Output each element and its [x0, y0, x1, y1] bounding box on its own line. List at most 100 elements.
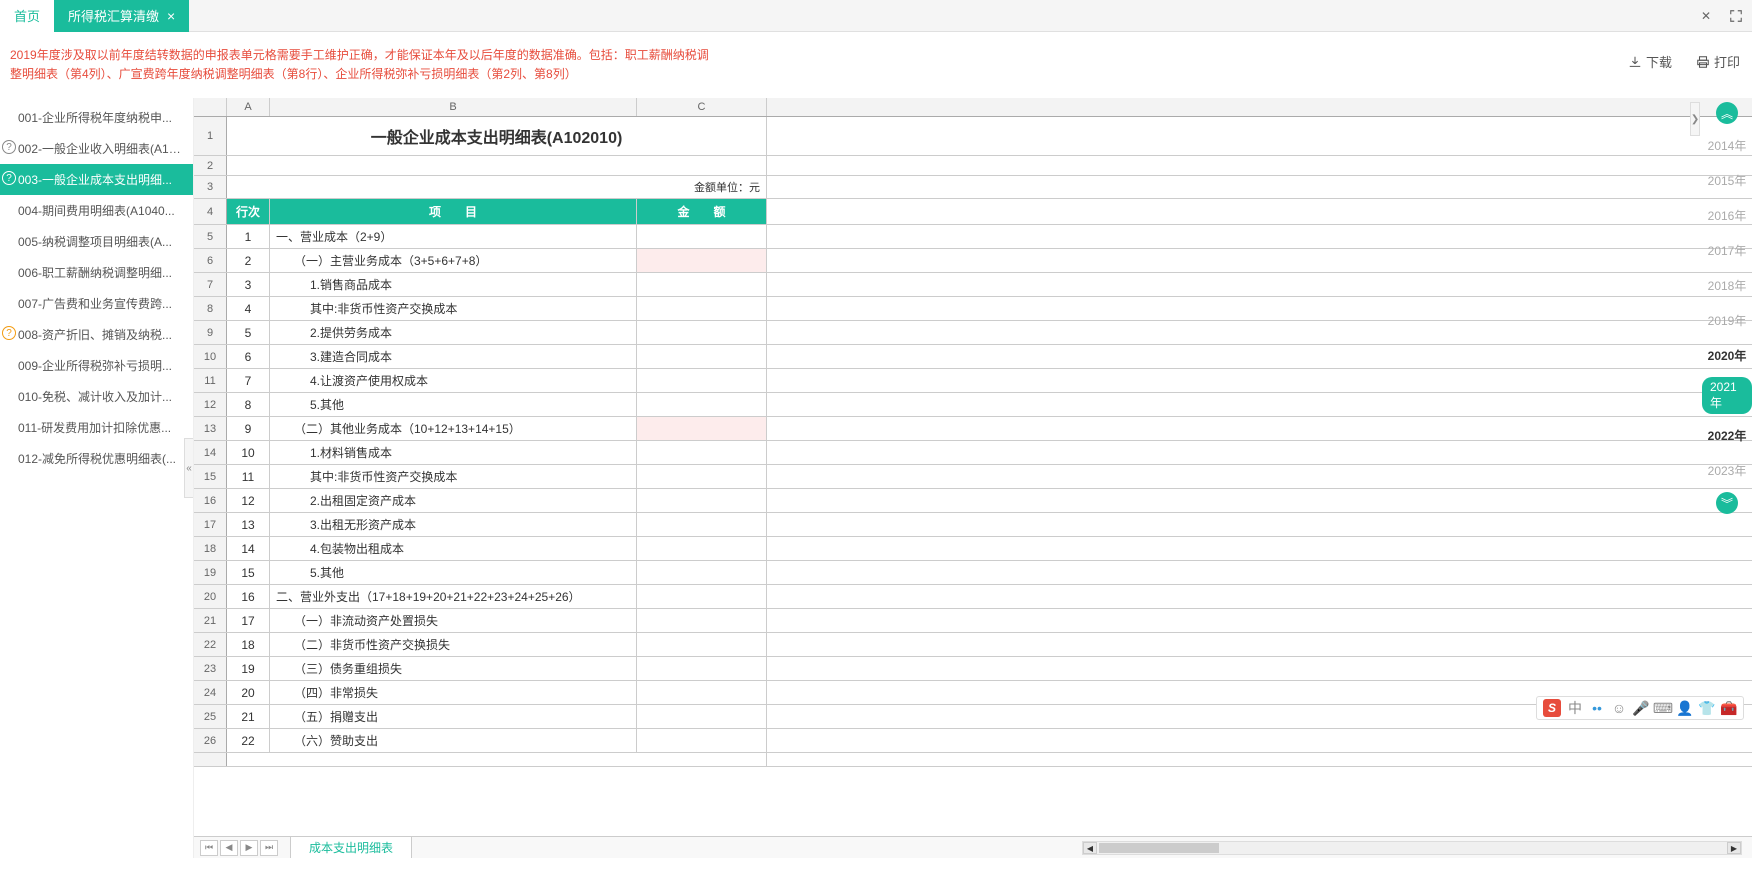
- sheet-tab[interactable]: 成本支出明细表: [290, 836, 412, 858]
- amount-cell[interactable]: [637, 729, 767, 752]
- scroll-up-icon[interactable]: ︽: [1716, 102, 1738, 124]
- sidebar-item[interactable]: 011-研发费用加计扣除优惠...: [0, 412, 193, 443]
- project-cell[interactable]: 一、营业成本（2+9）: [270, 225, 637, 248]
- ime-voice-icon[interactable]: 🎤: [1633, 700, 1649, 716]
- amount-cell[interactable]: [637, 585, 767, 608]
- row-number[interactable]: 9: [194, 321, 227, 344]
- project-cell[interactable]: 4.包装物出租成本: [270, 537, 637, 560]
- project-cell[interactable]: 其中:非货币性资产交换成本: [270, 297, 637, 320]
- row-number[interactable]: 18: [194, 537, 227, 560]
- scroll-down-icon[interactable]: ︾: [1716, 492, 1738, 514]
- row-number[interactable]: 2: [194, 156, 227, 175]
- ime-lang-icon[interactable]: 中: [1567, 700, 1583, 716]
- ime-emoji-icon[interactable]: ☺: [1611, 700, 1627, 716]
- line-number-cell[interactable]: 6: [227, 345, 270, 368]
- row-number[interactable]: 11: [194, 369, 227, 392]
- tab-home[interactable]: 首页: [0, 0, 54, 32]
- collapse-sidebar-handle[interactable]: «: [184, 438, 194, 498]
- hscroll-left[interactable]: ◀: [1083, 842, 1097, 854]
- year-item[interactable]: 2017年: [1704, 237, 1751, 264]
- row-number[interactable]: 15: [194, 465, 227, 488]
- ime-logo-icon[interactable]: S: [1543, 699, 1561, 717]
- row-number[interactable]: 24: [194, 681, 227, 704]
- row-number[interactable]: 5: [194, 225, 227, 248]
- year-item[interactable]: 2015年: [1704, 167, 1751, 194]
- row-number[interactable]: 8: [194, 297, 227, 320]
- year-item[interactable]: 2018年: [1704, 272, 1751, 299]
- project-cell[interactable]: 3.出租无形资产成本: [270, 513, 637, 536]
- ime-keyboard-icon[interactable]: ⌨: [1655, 700, 1671, 716]
- amount-cell[interactable]: [637, 321, 767, 344]
- project-cell[interactable]: （六）赞助支出: [270, 729, 637, 752]
- line-number-cell[interactable]: 3: [227, 273, 270, 296]
- project-cell[interactable]: 5.其他: [270, 561, 637, 584]
- tab-income-tax[interactable]: 所得税汇算清缴 ×: [54, 0, 189, 32]
- download-button[interactable]: 下载: [1628, 52, 1672, 71]
- line-number-cell[interactable]: 22: [227, 729, 270, 752]
- project-cell[interactable]: （二）其他业务成本（10+12+13+14+15）: [270, 417, 637, 440]
- amount-cell[interactable]: [637, 345, 767, 368]
- line-number-cell[interactable]: 14: [227, 537, 270, 560]
- line-number-cell[interactable]: 19: [227, 657, 270, 680]
- amount-cell[interactable]: [637, 225, 767, 248]
- row-number[interactable]: 23: [194, 657, 227, 680]
- sidebar-item[interactable]: 009-企业所得税弥补亏损明...: [0, 350, 193, 381]
- line-number-cell[interactable]: 13: [227, 513, 270, 536]
- project-cell[interactable]: 其中:非货币性资产交换成本: [270, 465, 637, 488]
- row-number[interactable]: [194, 753, 227, 766]
- amount-cell[interactable]: [637, 465, 767, 488]
- row-number[interactable]: 13: [194, 417, 227, 440]
- amount-cell[interactable]: [637, 393, 767, 416]
- col-header-a[interactable]: A: [227, 98, 270, 116]
- sheet-nav-next[interactable]: ▶: [240, 840, 258, 856]
- line-number-cell[interactable]: 10: [227, 441, 270, 464]
- amount-cell[interactable]: [637, 513, 767, 536]
- sidebar-item[interactable]: ?002-一般企业收入明细表(A10...: [0, 133, 193, 164]
- row-number[interactable]: 22: [194, 633, 227, 656]
- line-number-cell[interactable]: 15: [227, 561, 270, 584]
- sheet-nav-last[interactable]: ⏭: [260, 840, 278, 856]
- row-number[interactable]: 4: [194, 199, 227, 224]
- amount-cell[interactable]: [637, 297, 767, 320]
- row-number[interactable]: 3: [194, 176, 227, 198]
- row-number[interactable]: 14: [194, 441, 227, 464]
- row-number[interactable]: 16: [194, 489, 227, 512]
- amount-cell[interactable]: [637, 561, 767, 584]
- row-number[interactable]: 12: [194, 393, 227, 416]
- close-window-icon[interactable]: ✕: [1698, 8, 1714, 24]
- fullscreen-icon[interactable]: [1728, 8, 1744, 24]
- sidebar-item[interactable]: 005-纳税调整项目明细表(A...: [0, 226, 193, 257]
- line-number-cell[interactable]: 18: [227, 633, 270, 656]
- project-cell[interactable]: （一）主营业务成本（3+5+6+7+8）: [270, 249, 637, 272]
- project-cell[interactable]: 1.材料销售成本: [270, 441, 637, 464]
- sidebar-item[interactable]: 012-减免所得税优惠明细表(...: [0, 443, 193, 474]
- amount-cell[interactable]: [637, 537, 767, 560]
- row-number[interactable]: 25: [194, 705, 227, 728]
- ime-punct-icon[interactable]: ••: [1589, 700, 1605, 716]
- print-button[interactable]: 打印: [1696, 52, 1740, 71]
- line-number-cell[interactable]: 21: [227, 705, 270, 728]
- year-item[interactable]: 2016年: [1704, 202, 1751, 229]
- sidebar-item[interactable]: ?003-一般企业成本支出明细...: [0, 164, 193, 195]
- sidebar-item[interactable]: 001-企业所得税年度纳税申...: [0, 102, 193, 133]
- project-cell[interactable]: （二）非货币性资产交换损失: [270, 633, 637, 656]
- sidebar-item[interactable]: 010-免税、减计收入及加计...: [0, 381, 193, 412]
- line-number-cell[interactable]: 11: [227, 465, 270, 488]
- year-item[interactable]: 2014年: [1704, 132, 1751, 159]
- project-cell[interactable]: （五）捐赠支出: [270, 705, 637, 728]
- amount-cell[interactable]: [637, 681, 767, 704]
- amount-cell[interactable]: [637, 273, 767, 296]
- row-number[interactable]: 6: [194, 249, 227, 272]
- sheet-nav-first[interactable]: ⏮: [200, 840, 218, 856]
- line-number-cell[interactable]: 20: [227, 681, 270, 704]
- sidebar-item[interactable]: 004-期间费用明细表(A1040...: [0, 195, 193, 226]
- line-number-cell[interactable]: 7: [227, 369, 270, 392]
- amount-cell[interactable]: [637, 441, 767, 464]
- sidebar-item[interactable]: 006-职工薪酬纳税调整明细...: [0, 257, 193, 288]
- line-number-cell[interactable]: 5: [227, 321, 270, 344]
- sidebar-item[interactable]: 007-广告费和业务宣传费跨...: [0, 288, 193, 319]
- line-number-cell[interactable]: 8: [227, 393, 270, 416]
- year-item[interactable]: 2023年: [1704, 457, 1751, 484]
- hscroll-right[interactable]: ▶: [1727, 842, 1741, 854]
- expand-year-handle[interactable]: ❯: [1690, 102, 1700, 136]
